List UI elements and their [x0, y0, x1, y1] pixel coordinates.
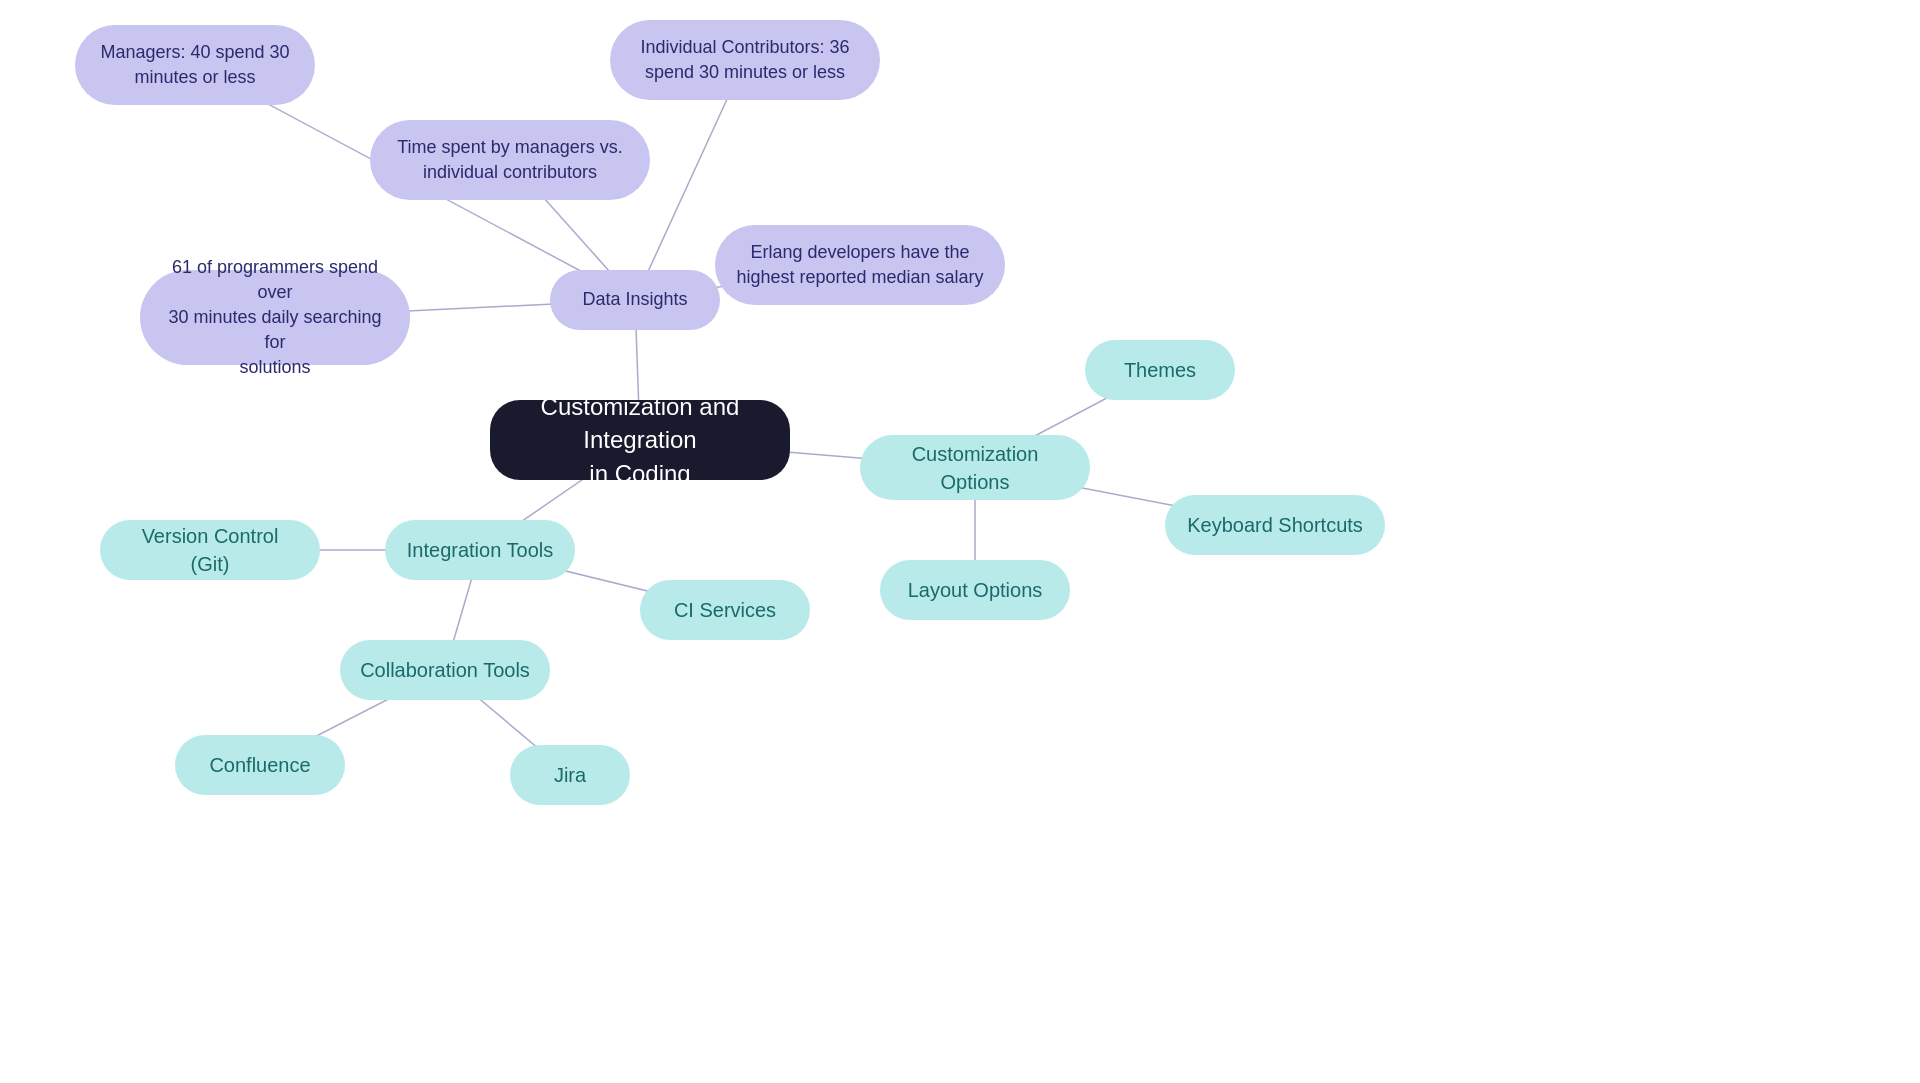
erlang-label: Erlang developers have the highest repor…	[736, 240, 983, 290]
programmers-node[interactable]: 61 of programmers spend over 30 minutes …	[140, 270, 410, 365]
layout-options-node[interactable]: Layout Options	[880, 560, 1070, 620]
themes-label: Themes	[1124, 356, 1196, 384]
keyboard-shortcuts-label: Keyboard Shortcuts	[1187, 511, 1363, 539]
data-insights-label: Data Insights	[582, 287, 687, 312]
managers-node[interactable]: Managers: 40 spend 30 minutes or less	[75, 25, 315, 105]
center-node[interactable]: Customization and Integration in Coding	[490, 400, 790, 480]
confluence-label: Confluence	[209, 751, 310, 779]
programmers-label: 61 of programmers spend over 30 minutes …	[160, 255, 390, 381]
version-control-node[interactable]: Version Control (Git)	[100, 520, 320, 580]
jira-label: Jira	[554, 761, 586, 789]
integration-tools-label: Integration Tools	[407, 536, 553, 564]
individual-contributors-node[interactable]: Individual Contributors: 36 spend 30 min…	[610, 20, 880, 100]
individual-contributors-label: Individual Contributors: 36 spend 30 min…	[640, 35, 849, 85]
erlang-node[interactable]: Erlang developers have the highest repor…	[715, 225, 1005, 305]
center-label: Customization and Integration in Coding	[510, 390, 770, 491]
time-spent-node[interactable]: Time spent by managers vs. individual co…	[370, 120, 650, 200]
themes-node[interactable]: Themes	[1085, 340, 1235, 400]
data-insights-node[interactable]: Data Insights	[550, 270, 720, 330]
customization-options-label: Customization Options	[880, 440, 1070, 496]
confluence-node[interactable]: Confluence	[175, 735, 345, 795]
jira-node[interactable]: Jira	[510, 745, 630, 805]
time-spent-label: Time spent by managers vs. individual co…	[397, 135, 622, 185]
ci-services-label: CI Services	[674, 596, 776, 624]
collaboration-tools-label: Collaboration Tools	[360, 656, 530, 684]
keyboard-shortcuts-node[interactable]: Keyboard Shortcuts	[1165, 495, 1385, 555]
integration-tools-node[interactable]: Integration Tools	[385, 520, 575, 580]
version-control-label: Version Control (Git)	[120, 522, 300, 578]
managers-label: Managers: 40 spend 30 minutes or less	[100, 40, 289, 90]
collaboration-tools-node[interactable]: Collaboration Tools	[340, 640, 550, 700]
layout-options-label: Layout Options	[908, 576, 1043, 604]
customization-options-node[interactable]: Customization Options	[860, 435, 1090, 500]
ci-services-node[interactable]: CI Services	[640, 580, 810, 640]
